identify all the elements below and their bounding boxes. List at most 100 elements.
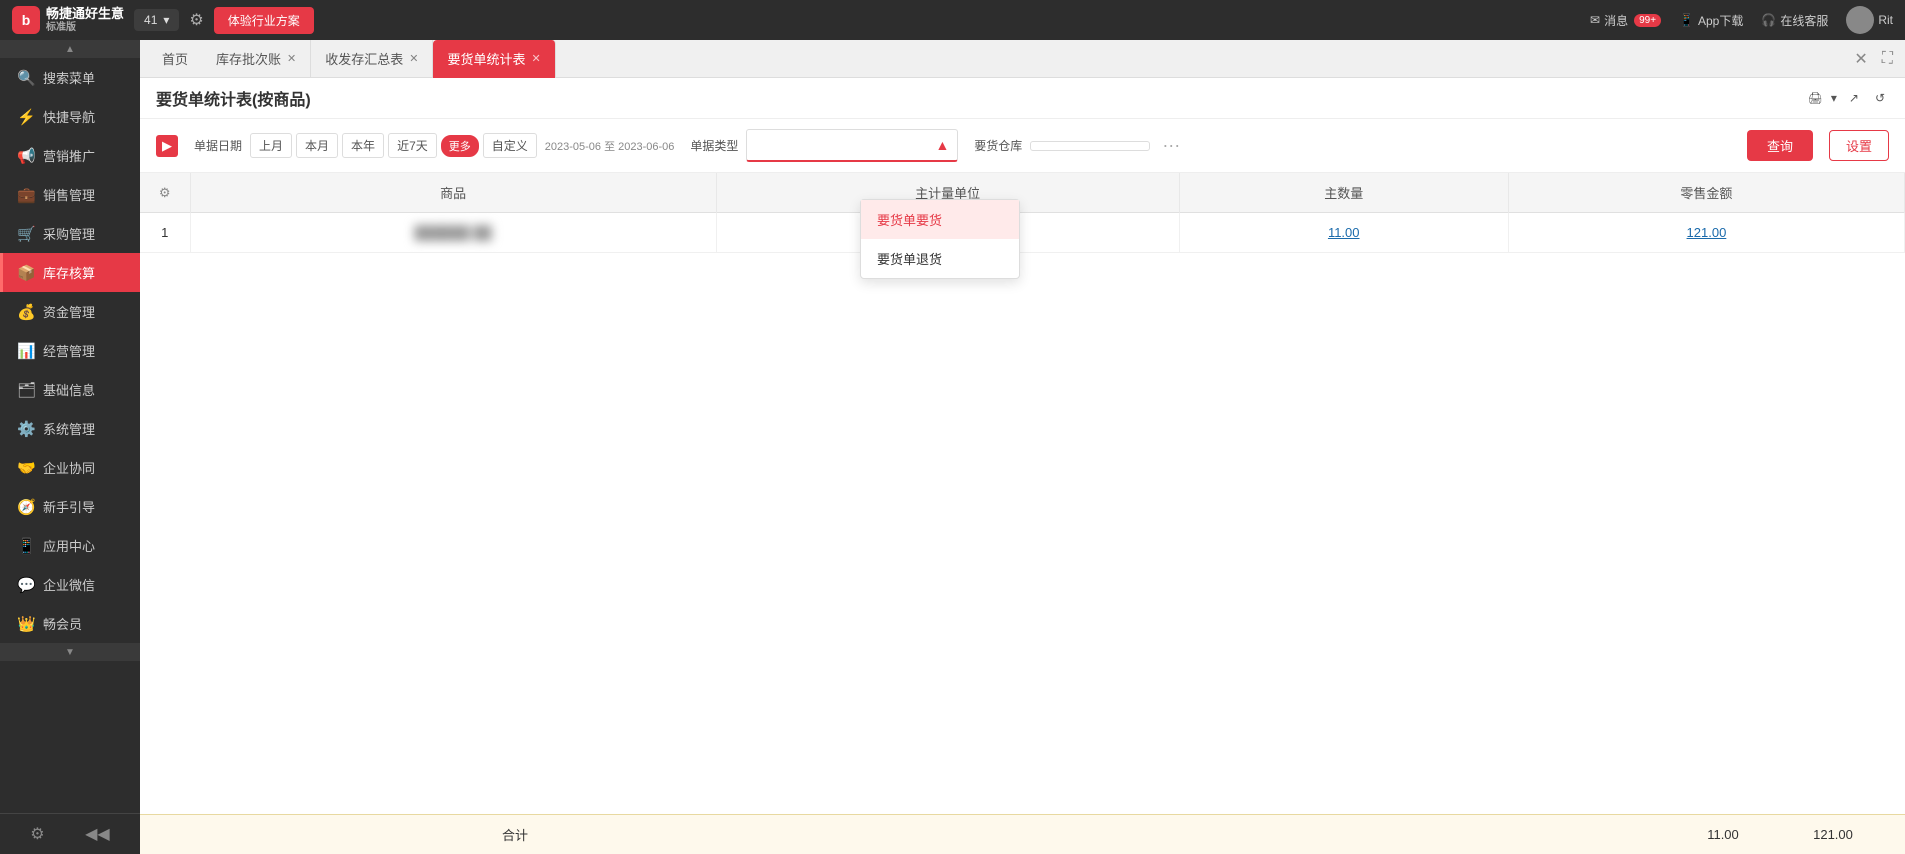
sidebar-item-label: 应用中心 <box>43 536 95 555</box>
sidebar-item-label: 采购管理 <box>43 224 95 243</box>
type-input[interactable] <box>755 134 935 156</box>
type-dropdown: 要货单要货 要货单退货 <box>860 199 1020 279</box>
tab-order-stats[interactable]: 要货单统计表 ✕ <box>433 40 555 78</box>
sidebar-collapse-icon[interactable]: ◀◀ <box>85 824 110 844</box>
messages-label: 消息 <box>1604 12 1628 29</box>
sidebar-item-app-center[interactable]: 📱 应用中心 <box>0 526 140 565</box>
sidebar-item-label: 资金管理 <box>43 302 95 321</box>
sidebar-item-basic[interactable]: 🗂 基础信息 <box>0 370 140 409</box>
tab-home[interactable]: 首页 <box>148 49 202 68</box>
dropdown-item-order-goods[interactable]: 要货单要货 <box>861 200 1019 239</box>
sidebar-item-marketing[interactable]: 📢 营销推广 <box>0 136 140 175</box>
tab-batch-account-close[interactable]: ✕ <box>287 52 296 65</box>
date-btn-this-month[interactable]: 本月 <box>296 133 338 158</box>
data-table: ⚙ 商品 主计量单位 主数量 零售金额 1 ██████ ██ <box>140 173 1905 253</box>
sidebar-item-operation[interactable]: 📊 经营管理 <box>0 331 140 370</box>
page-title: 要货单统计表(按商品) <box>156 86 311 110</box>
sidebar-item-search[interactable]: 🔍 搜索菜单 <box>0 58 140 97</box>
date-range-buttons: 上月 本月 本年 近7天 更多 自定义 <box>250 133 537 158</box>
refresh-button[interactable]: ↺ <box>1875 91 1889 105</box>
search-icon: 🔍 <box>17 69 35 87</box>
sidebar-settings-icon[interactable]: ⚙ <box>30 824 44 844</box>
footer-total-label: 合计 <box>502 825 528 844</box>
finance-icon: 💰 <box>17 303 35 321</box>
export-button[interactable]: ↗ <box>1849 91 1863 105</box>
date-btn-last-7days[interactable]: 近7天 <box>388 133 437 158</box>
page-content: 要货单统计表(按商品) 🖨 ▾ ↗ ↺ <box>140 78 1905 854</box>
sidebar-item-finance[interactable]: 💰 资金管理 <box>0 292 140 331</box>
export-icon: ↗ <box>1849 91 1859 105</box>
sidebar-scroll-down[interactable]: ▼ <box>0 643 140 661</box>
sidebar-item-system[interactable]: ⚙️ 系统管理 <box>0 409 140 448</box>
column-settings-icon[interactable]: ⚙ <box>159 185 171 200</box>
date-filter-label: 单据日期 <box>194 137 242 154</box>
messages-badge: 99+ <box>1634 14 1661 27</box>
date-btn-last-month[interactable]: 上月 <box>250 133 292 158</box>
filter-expand-button[interactable]: ▶ <box>156 135 178 157</box>
sidebar-item-sales[interactable]: 💼 销售管理 <box>0 175 140 214</box>
table-container: ⚙ 商品 主计量单位 主数量 零售金额 1 ██████ ██ <box>140 173 1905 814</box>
sidebar-scroll-up[interactable]: ▲ <box>0 40 140 58</box>
topbar-settings-icon[interactable]: ⚙ <box>189 10 203 30</box>
page-header: 要货单统计表(按商品) 🖨 ▾ ↗ ↺ <box>140 78 1905 119</box>
filter-more-icon[interactable]: ··· <box>1158 135 1184 156</box>
date-btn-custom[interactable]: 自定义 <box>483 133 537 158</box>
date-btn-this-year[interactable]: 本年 <box>342 133 384 158</box>
app-logo: b 畅捷通好生意 标准版 <box>12 6 124 34</box>
date-btn-more[interactable]: 更多 <box>441 135 479 157</box>
sidebar-item-cooperation[interactable]: 🤝 企业协同 <box>0 448 140 487</box>
sidebar-item-inventory[interactable]: 📦 库存核算 <box>0 253 140 292</box>
messages-action[interactable]: ✉ 消息 99+ <box>1590 12 1661 29</box>
app-download-icon: 📱 <box>1679 13 1694 27</box>
col-main-qty: 主数量 <box>1179 173 1508 213</box>
type-dropdown-icon[interactable]: ▲ <box>935 137 949 153</box>
topbar: b 畅捷通好生意 标准版 41 ▾ ⚙ 体验行业方案 ✉ 消息 99+ 📱 Ap… <box>0 0 1905 40</box>
sidebar-item-guide[interactable]: 🧭 新手引导 <box>0 487 140 526</box>
settings-button[interactable]: 设置 <box>1829 130 1889 161</box>
warehouse-select[interactable] <box>1030 141 1150 151</box>
tab-receive-send[interactable]: 收发存汇总表 ✕ <box>311 40 433 78</box>
warehouse-filter-group: 要货仓库 ··· <box>974 135 1184 156</box>
messages-icon: ✉ <box>1590 13 1600 27</box>
tab-batch-account[interactable]: 库存批次账 ✕ <box>202 40 311 78</box>
tab-close-all-icon[interactable]: ✕ <box>1850 49 1871 69</box>
online-service-action[interactable]: 🎧 在线客服 <box>1761 12 1828 29</box>
tab-batch-account-label: 库存批次账 <box>216 49 281 68</box>
user-area[interactable]: Rit <box>1846 6 1893 34</box>
col-settings[interactable]: ⚙ <box>140 173 190 213</box>
tab-order-stats-close[interactable]: ✕ <box>532 52 541 65</box>
main-layout: ▲ 🔍 搜索菜单 ⚡ 快捷导航 📢 营销推广 💼 销售管理 🛒 采购管理 📦 库… <box>0 40 1905 854</box>
cell-main-qty[interactable]: 11.00 <box>1179 213 1508 253</box>
sidebar-item-purchase[interactable]: 🛒 采购管理 <box>0 214 140 253</box>
type-select[interactable]: ▲ <box>746 129 958 162</box>
tabs-right-controls: ✕ ⛶ <box>1850 49 1897 69</box>
system-icon: ⚙️ <box>17 420 35 438</box>
promo-button[interactable]: 体验行业方案 <box>214 7 314 34</box>
date-filter-group: 单据日期 上月 本月 本年 近7天 更多 自定义 2023-05-06 至 20… <box>194 133 674 158</box>
type-filter-group: 单据类型 ▲ <box>690 129 958 162</box>
print-icon: 🖨 <box>1808 91 1823 105</box>
sidebar-item-wechat[interactable]: 💬 企业微信 <box>0 565 140 604</box>
brand-name: 畅捷通好生意 <box>46 6 124 22</box>
type-filter-label: 单据类型 <box>690 137 738 154</box>
company-selector[interactable]: 41 ▾ <box>134 9 179 31</box>
sidebar-item-label: 销售管理 <box>43 185 95 204</box>
app-download-action[interactable]: 📱 App下载 <box>1679 12 1743 29</box>
online-service-label: 在线客服 <box>1780 12 1828 29</box>
sidebar-item-label: 畅会员 <box>43 614 82 633</box>
query-button[interactable]: 查询 <box>1747 130 1813 161</box>
avatar <box>1846 6 1874 34</box>
sidebar-item-quick-nav[interactable]: ⚡ 快捷导航 <box>0 97 140 136</box>
col-product: 商品 <box>190 173 716 213</box>
tab-expand-icon[interactable]: ⛶ <box>1878 50 1897 68</box>
marketing-icon: 📢 <box>17 147 35 165</box>
purchase-icon: 🛒 <box>17 225 35 243</box>
cell-retail-amount[interactable]: 121.00 <box>1508 213 1904 253</box>
wechat-icon: 💬 <box>17 576 35 594</box>
sidebar-item-member[interactable]: 👑 畅会员 <box>0 604 140 643</box>
footer-main-qty: 11.00 <box>1673 827 1773 842</box>
dropdown-item-order-return[interactable]: 要货单退货 <box>861 239 1019 278</box>
date-range-display: 2023-05-06 至 2023-06-06 <box>545 138 675 154</box>
print-button[interactable]: 🖨 ▾ <box>1808 91 1837 105</box>
tab-receive-send-close[interactable]: ✕ <box>409 52 418 65</box>
